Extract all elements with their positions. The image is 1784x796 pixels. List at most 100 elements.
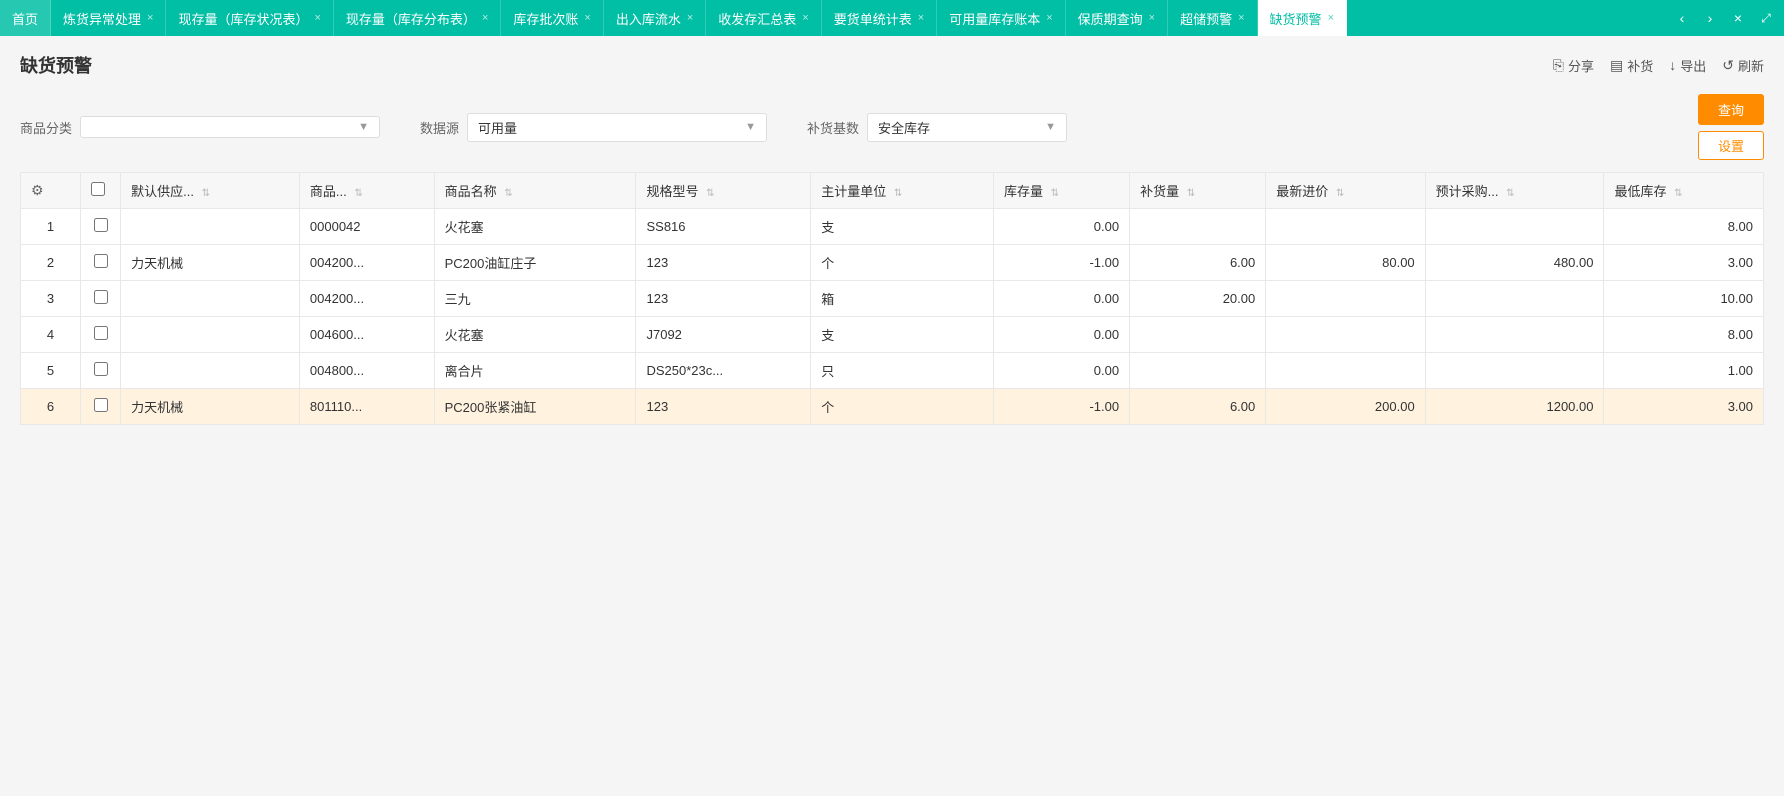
row-forecast-1: 480.00 (1425, 245, 1604, 281)
nav-tab-home[interactable]: 首页 (0, 0, 51, 36)
row-select-2[interactable] (94, 290, 108, 304)
replenish-select[interactable]: 安全库存 ▼ (867, 113, 1067, 142)
nav-tab-5[interactable]: 出入库流水 × (604, 0, 706, 36)
nav-tab-11[interactable]: 缺货预警 × (1258, 0, 1347, 36)
nav-tab-6[interactable]: 收发存汇总表 × (706, 0, 821, 36)
nav-tab-1[interactable]: 炼货异常处理 × (51, 0, 166, 36)
nav-tab-home-label: 首页 (12, 9, 38, 28)
replenish-filter-group: 补货基数 安全库存 ▼ (807, 113, 1067, 142)
query-button[interactable]: 查询 (1698, 94, 1764, 125)
name-sort-icon[interactable]: ⇅ (504, 188, 512, 199)
nav-tab-2-label: 现存量（库存状况表） (178, 9, 308, 28)
nav-tab-7-close[interactable]: × (918, 12, 924, 24)
row-replenish-2: 20.00 (1130, 281, 1266, 317)
row-select-3[interactable] (94, 326, 108, 340)
row-name-1: PC200油缸庄子 (434, 245, 636, 281)
nav-scroll-left[interactable]: ‹ (1668, 4, 1696, 32)
filter-row: 商品分类 ▼ 数据源 可用量 ▼ 补货基数 安全库存 ▼ 查询 设置 (20, 94, 1764, 160)
row-checkbox-5[interactable] (81, 389, 121, 425)
row-unit-5: 个 (811, 389, 994, 425)
replenish-button[interactable]: ▤ 补货 (1610, 56, 1653, 75)
row-checkbox-3[interactable] (81, 317, 121, 353)
row-checkbox-0[interactable] (81, 209, 121, 245)
nav-tab-4-close[interactable]: × (584, 12, 590, 24)
row-index-5: 6 (21, 389, 81, 425)
row-spec-4: DS250*23c... (636, 353, 811, 389)
nav-tab-10[interactable]: 超储预警 × (1168, 0, 1257, 36)
nav-tab-3-label: 现存量（库存分布表） (346, 9, 476, 28)
row-select-4[interactable] (94, 362, 108, 376)
forecast-sort-icon[interactable]: ⇅ (1506, 188, 1514, 199)
nav-tab-9-label: 保质期查询 (1078, 9, 1143, 28)
row-replenish-3 (1130, 317, 1266, 353)
col-code: 商品... ⇅ (299, 173, 434, 209)
min-stock-sort-icon[interactable]: ⇅ (1674, 188, 1682, 199)
page-content: 缺货预警 ⎘ 分享 ▤ 补货 ↓ 导出 ↺ 刷新 商品分类 (0, 36, 1784, 441)
nav-tab-10-close[interactable]: × (1238, 12, 1244, 24)
col-latest-price: 最新进价 ⇅ (1266, 173, 1425, 209)
row-supplier-3 (121, 317, 300, 353)
row-select-1[interactable] (94, 254, 108, 268)
nav-tab-11-close[interactable]: × (1328, 12, 1334, 24)
nav-tab-3[interactable]: 现存量（库存分布表） × (334, 0, 501, 36)
spec-sort-icon[interactable]: ⇅ (706, 188, 714, 199)
replenish-label: 补货 (1627, 56, 1653, 75)
nav-tab-3-close[interactable]: × (482, 12, 488, 24)
export-button[interactable]: ↓ 导出 (1669, 56, 1706, 75)
header-actions: ⎘ 分享 ▤ 补货 ↓ 导出 ↺ 刷新 (1553, 56, 1764, 75)
row-checkbox-1[interactable] (81, 245, 121, 281)
share-label: 分享 (1568, 56, 1594, 75)
row-stock-5: -1.00 (993, 389, 1129, 425)
nav-tab-2[interactable]: 现存量（库存状况表） × (166, 0, 333, 36)
row-select-0[interactable] (94, 218, 108, 232)
row-index-4: 5 (21, 353, 81, 389)
col-checkbox (81, 173, 121, 209)
category-select[interactable]: ▼ (80, 116, 380, 138)
nav-tab-9-close[interactable]: × (1149, 12, 1155, 24)
settings-button[interactable]: 设置 (1698, 131, 1764, 160)
select-all-checkbox[interactable] (91, 182, 105, 196)
datasource-dropdown-arrow: ▼ (745, 121, 756, 133)
code-sort-icon[interactable]: ⇅ (354, 188, 362, 199)
latest-price-sort-icon[interactable]: ⇅ (1336, 188, 1344, 199)
row-checkbox-4[interactable] (81, 353, 121, 389)
nav-close-all[interactable]: × (1724, 4, 1752, 32)
nav-tab-6-close[interactable]: × (802, 12, 808, 24)
col-settings[interactable]: ⚙ (21, 173, 81, 209)
nav-tab-2-close[interactable]: × (314, 12, 320, 24)
supplier-sort-icon[interactable]: ⇅ (202, 188, 210, 199)
refresh-button[interactable]: ↺ 刷新 (1722, 56, 1764, 75)
col-replenish-label: 补货量 (1140, 184, 1179, 199)
row-checkbox-2[interactable] (81, 281, 121, 317)
col-unit: 主计量单位 ⇅ (811, 173, 994, 209)
col-forecast-label: 预计采购... (1436, 184, 1499, 199)
category-filter-group: 商品分类 ▼ (20, 116, 380, 138)
row-unit-1: 个 (811, 245, 994, 281)
row-latest-price-3 (1266, 317, 1425, 353)
col-unit-label: 主计量单位 (821, 184, 886, 199)
nav-tab-9[interactable]: 保质期查询 × (1066, 0, 1168, 36)
nav-tab-7[interactable]: 要货单统计表 × (822, 0, 937, 36)
col-stock: 库存量 ⇅ (993, 173, 1129, 209)
row-latest-price-4 (1266, 353, 1425, 389)
col-name: 商品名称 ⇅ (434, 173, 636, 209)
category-dropdown-arrow: ▼ (358, 121, 369, 133)
nav-tab-8-close[interactable]: × (1046, 12, 1052, 24)
row-select-5[interactable] (94, 398, 108, 412)
nav-expand[interactable]: ⤢ (1752, 4, 1780, 32)
row-stock-1: -1.00 (993, 245, 1129, 281)
col-supplier-label: 默认供应... (131, 184, 194, 199)
unit-sort-icon[interactable]: ⇅ (894, 188, 902, 199)
nav-tab-5-close[interactable]: × (687, 12, 693, 24)
nav-tab-4[interactable]: 库存批次账 × (501, 0, 603, 36)
nav-tab-1-close[interactable]: × (147, 12, 153, 24)
nav-scroll-right[interactable]: › (1696, 4, 1724, 32)
row-name-0: 火花塞 (434, 209, 636, 245)
table-row: 5 004800... 离合片 DS250*23c... 只 0.00 1.00 (21, 353, 1764, 389)
nav-tab-8[interactable]: 可用量库存账本 × (937, 0, 1065, 36)
replenish-sort-icon[interactable]: ⇅ (1187, 188, 1195, 199)
stock-sort-icon[interactable]: ⇅ (1051, 188, 1059, 199)
datasource-select[interactable]: 可用量 ▼ (467, 113, 767, 142)
share-button[interactable]: ⎘ 分享 (1553, 56, 1594, 75)
row-supplier-0 (121, 209, 300, 245)
